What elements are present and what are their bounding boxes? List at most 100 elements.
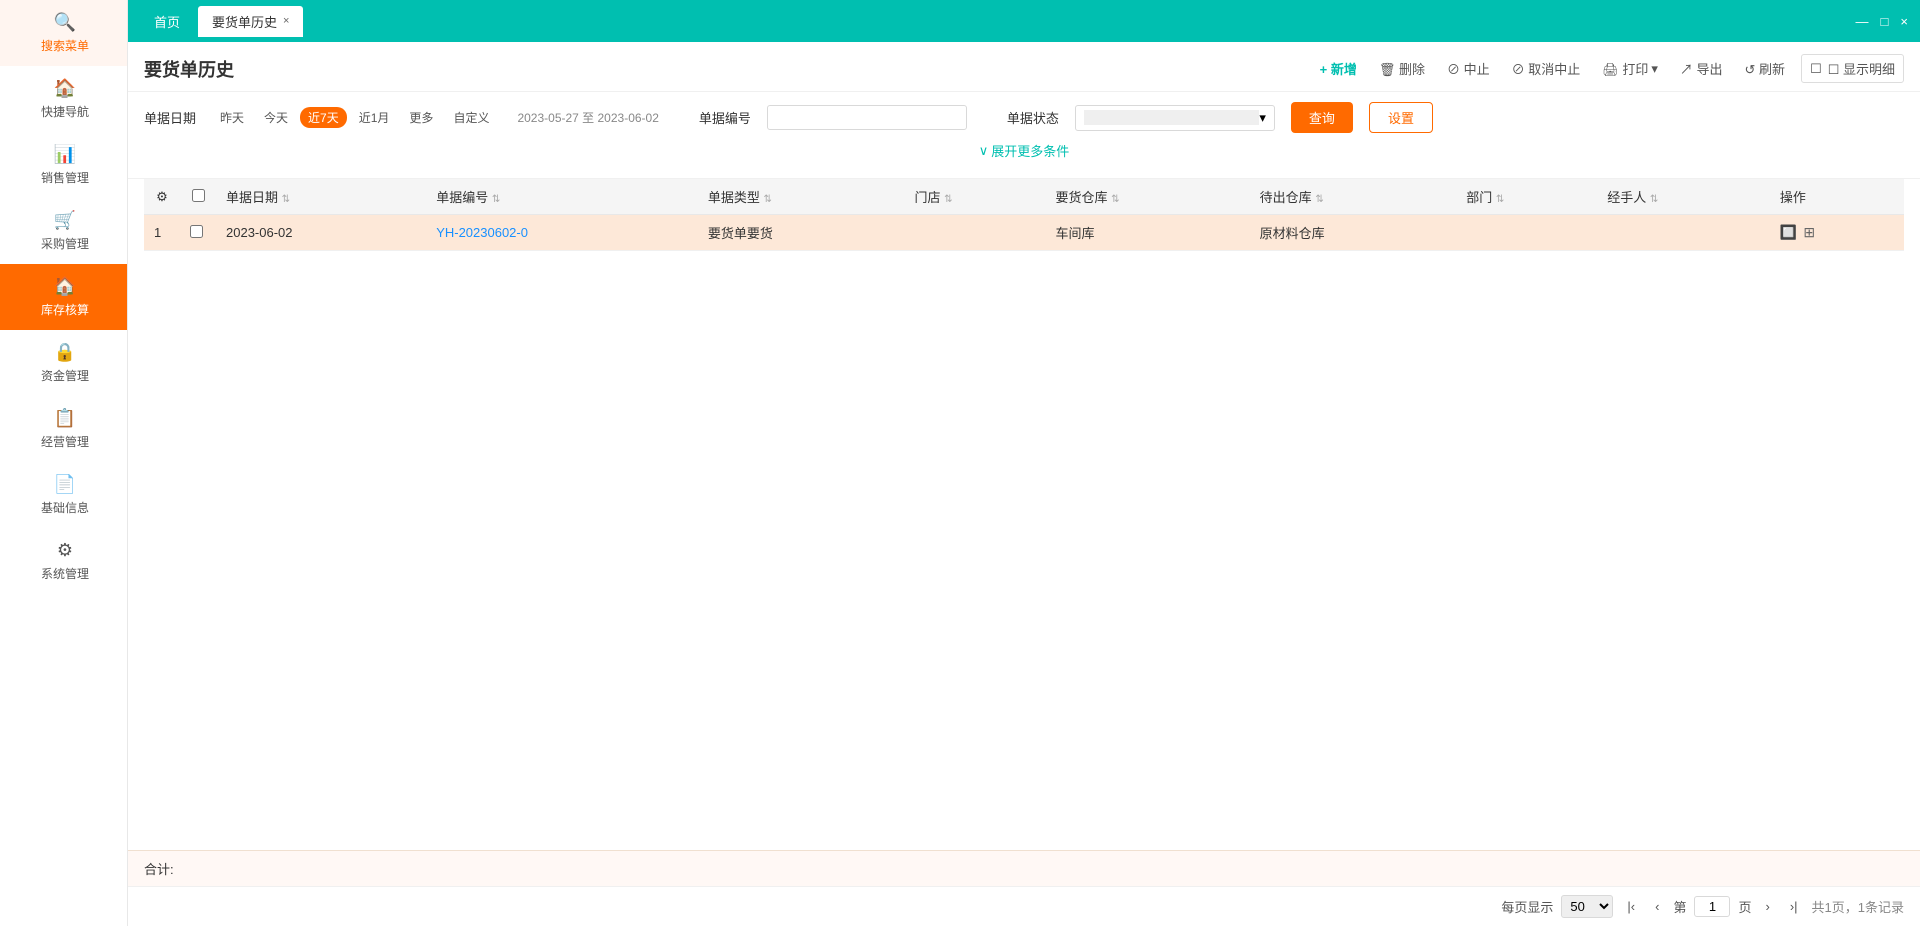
view-action-icon[interactable]: 🔲 [1780,224,1797,241]
row-doc-type: 要货单要货 [698,215,905,251]
expand-chevron-icon: ∨ [979,143,989,159]
display-detail-label: ☐ 显示明细 [1828,59,1895,78]
page-number-input[interactable] [1694,896,1730,917]
toolbar: + 新增 🗑 删除 ⊘ 中止 ⊘ 取消中止 🖨 打印 ▾ ↗ 导出 ↺ 刷新 ☐… [1314,54,1904,83]
sidebar-item-finance[interactable]: 🔒 资金管理 [0,330,127,396]
tab-active[interactable]: 要货单历史 × [198,6,303,37]
sort-dept-icon: ⇅ [1496,194,1504,205]
date-yesterday-btn[interactable]: 昨天 [212,107,252,128]
sidebar-item-purchase[interactable]: 🛒 采购管理 [0,198,127,264]
date-today-btn[interactable]: 今天 [256,107,296,128]
doc-no-filter-label: 单据编号 [699,108,751,127]
th-settings[interactable]: ⚙ [144,179,180,215]
date-1month-btn[interactable]: 近1月 [351,107,398,128]
doc-no-input[interactable] [767,105,967,130]
sidebar-item-label: 快捷导航 [41,103,89,120]
page-title: 要货单历史 [144,56,234,82]
th-doc-no[interactable]: 单据编号 ⇅ [426,179,698,215]
print-dropdown-icon[interactable]: ▾ [1651,61,1658,77]
display-detail-button[interactable]: ☐ ☐ 显示明细 [1801,54,1904,83]
row-store [904,215,1045,251]
window-max-btn[interactable]: □ [1881,14,1889,29]
sidebar-item-label: 库存核算 [41,301,89,318]
sidebar-item-label: 搜索菜单 [41,37,89,54]
tab-home-label: 首页 [154,12,180,31]
table-area: ⚙ 单据日期 ⇅ 单据编号 ⇅ 单据类型 [128,179,1920,850]
date-more-btn[interactable]: 更多 [401,107,441,128]
stop-button[interactable]: ⊘ 中止 [1441,55,1496,82]
sidebar-item-sales[interactable]: 📊 销售管理 [0,132,127,198]
doc-no-link[interactable]: YH-20230602-0 [436,225,528,240]
th-req-warehouse[interactable]: 要货仓库 ⇅ [1045,179,1249,215]
new-button[interactable]: + 新增 [1314,55,1363,82]
tab-home[interactable]: 首页 [140,6,194,37]
finance-icon: 🔒 [54,342,76,363]
export-button[interactable]: ↗ 导出 [1674,55,1729,82]
th-checkbox[interactable] [180,179,216,215]
expand-btn[interactable]: ∨ 展开更多条件 [979,141,1070,160]
sidebar: 🔍 搜索菜单 🏠 快捷导航 📊 销售管理 🛒 采购管理 🏠 库存核算 🔒 资金管… [0,0,128,926]
next-page-btn[interactable]: › [1759,897,1775,916]
row-department [1456,215,1597,251]
per-page-select[interactable]: 50 20 100 [1561,895,1613,918]
filter-area: 单据日期 昨天 今天 近7天 近1月 更多 自定义 2023-05-27 至 2… [128,92,1920,179]
query-button[interactable]: 查询 [1291,102,1353,133]
per-page-label: 每页显示 [1501,897,1553,916]
edit-action-icon[interactable]: ⊞ [1803,224,1815,241]
sidebar-item-operation[interactable]: 📋 经营管理 [0,396,127,462]
th-store[interactable]: 门店 ⇅ [904,179,1045,215]
row-checkbox[interactable] [180,215,216,251]
th-pending-warehouse[interactable]: 待出仓库 ⇅ [1250,179,1457,215]
status-select-wrapper[interactable]: ▾ [1075,105,1275,131]
row-req-warehouse: 车间库 [1045,215,1249,251]
select-all-checkbox[interactable] [192,189,205,202]
delete-button[interactable]: 🗑 删除 [1373,55,1431,82]
tab-close-icon[interactable]: × [283,15,289,27]
prev-page-btn[interactable]: ‹ [1649,897,1665,916]
sidebar-item-label: 经营管理 [41,433,89,450]
status-filter-label: 单据状态 [1007,108,1059,127]
sort-handler-icon: ⇅ [1650,194,1658,205]
th-date[interactable]: 单据日期 ⇅ [216,179,426,215]
date-custom-btn[interactable]: 自定义 [445,107,497,128]
date-7days-btn[interactable]: 近7天 [300,107,347,128]
row-pending-warehouse: 原材料仓库 [1250,215,1457,251]
sort-pendwh-icon: ⇅ [1315,194,1323,205]
page-header: 要货单历史 + 新增 🗑 删除 ⊘ 中止 ⊘ 取消中止 🖨 打印 ▾ ↗ 导出 … [128,42,1920,92]
window-min-btn[interactable]: — [1856,14,1869,29]
tab-active-label: 要货单历史 [212,12,277,31]
print-button[interactable]: 🖨 打印 ▾ [1596,55,1664,82]
display-detail-checkbox: ☐ [1810,61,1822,77]
sidebar-item-quick-nav[interactable]: 🏠 快捷导航 [0,66,127,132]
last-page-btn[interactable]: ›| [1784,897,1804,916]
refresh-button[interactable]: ↺ 刷新 [1739,55,1792,82]
status-select[interactable] [1084,110,1259,125]
table-row: 1 2023-06-02 YH-20230602-0 要货单要货 车间库 原材料… [144,215,1904,251]
search-menu-icon: 🔍 [54,12,76,33]
first-page-btn[interactable]: |‹ [1621,897,1641,916]
th-handler[interactable]: 经手人 ⇅ [1597,179,1770,215]
sidebar-item-search[interactable]: 🔍 搜索菜单 [0,0,127,66]
sidebar-item-basic-info[interactable]: 📄 基础信息 [0,462,127,528]
row-doc-no: YH-20230602-0 [426,215,698,251]
sidebar-item-label: 采购管理 [41,235,89,252]
sort-reqwh-icon: ⇅ [1111,194,1119,205]
row-date: 2023-06-02 [216,215,426,251]
sort-doctype-icon: ⇅ [764,194,772,205]
sidebar-item-label: 资金管理 [41,367,89,384]
sidebar-item-inventory[interactable]: 🏠 库存核算 [0,264,127,330]
total-info: 共1页，1条记录 [1812,897,1904,916]
row-select-checkbox[interactable] [190,225,203,238]
main-area: 首页 要货单历史 × — □ × 要货单历史 + 新增 🗑 删除 ⊘ 中止 ⊘ … [128,0,1920,926]
sort-date-icon: ⇅ [282,194,290,205]
window-close-btn[interactable]: × [1900,14,1908,29]
cancel-stop-button[interactable]: ⊘ 取消中止 [1506,55,1587,82]
sidebar-item-label: 系统管理 [41,565,89,582]
sidebar-item-label: 基础信息 [41,499,89,516]
th-department[interactable]: 部门 ⇅ [1456,179,1597,215]
row-no: 1 [144,215,180,251]
sidebar-item-system[interactable]: ⚙ 系统管理 [0,528,127,594]
topbar: 首页 要货单历史 × — □ × [128,0,1920,42]
setting-button[interactable]: 设置 [1369,102,1433,133]
th-doc-type[interactable]: 单据类型 ⇅ [698,179,905,215]
